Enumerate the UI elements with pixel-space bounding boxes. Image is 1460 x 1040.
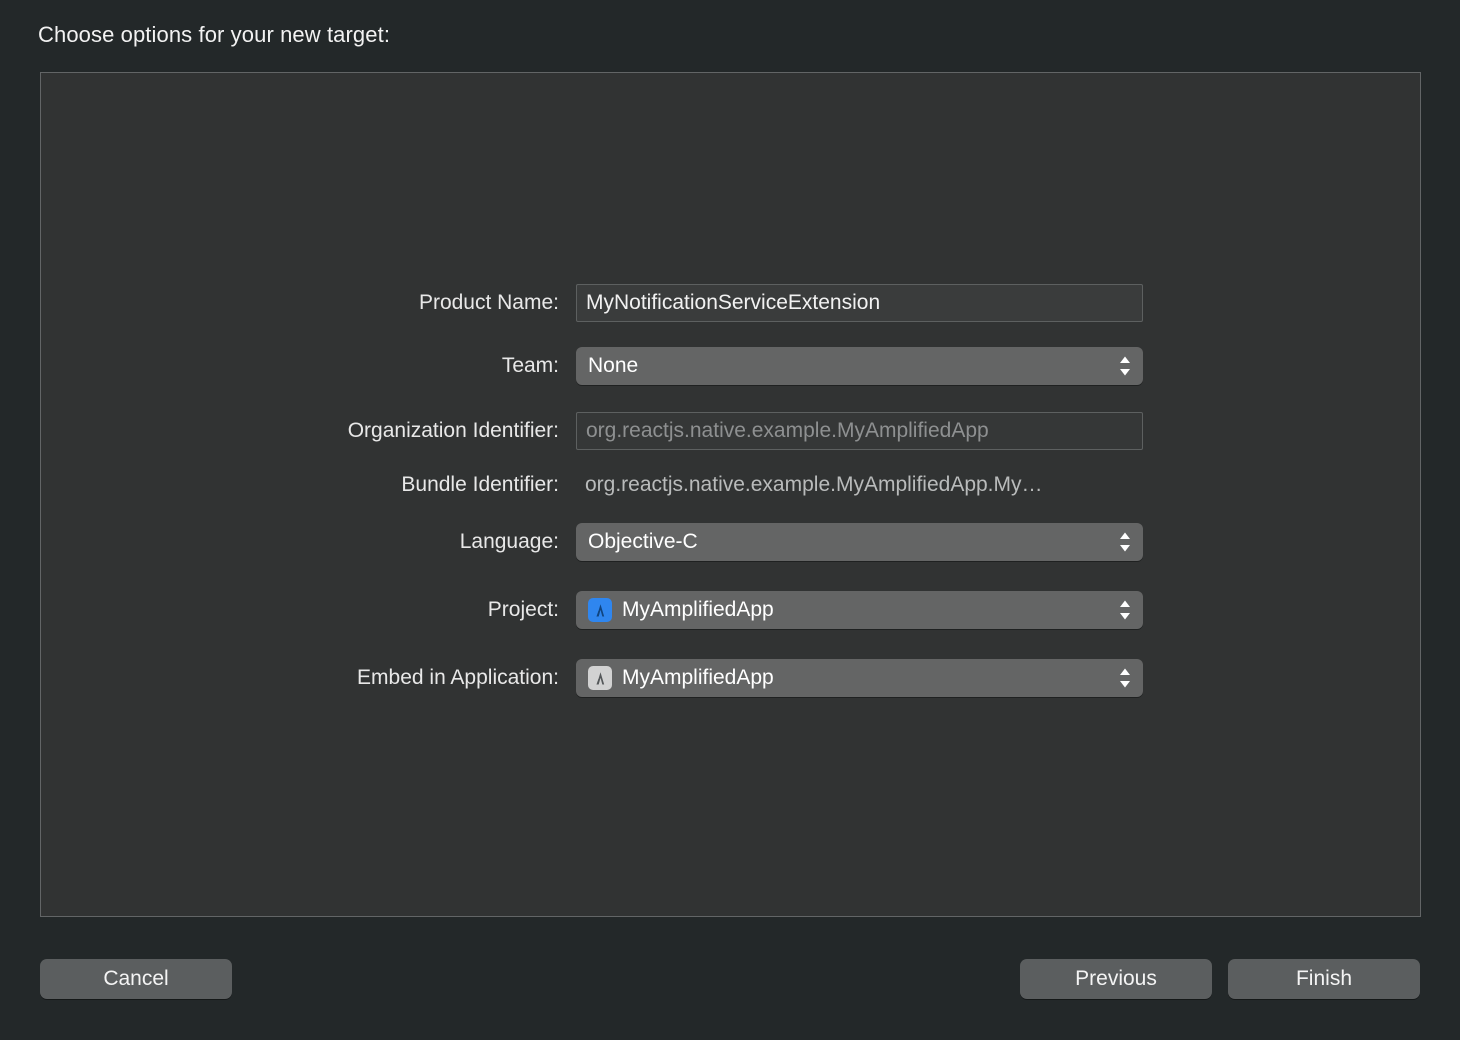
embed-in-application-select[interactable]: MyAmplifiedApp — [576, 659, 1143, 697]
label-wrap-project: Project: — [41, 591, 559, 629]
label-wrap-embed-in-application: Embed in Application: — [41, 659, 559, 697]
row-embed-in-application: Embed in Application: MyAmplifiedApp — [41, 659, 1420, 697]
language-select[interactable]: Objective-C — [576, 523, 1143, 561]
control-embed-in-application: MyAmplifiedApp — [576, 659, 1143, 697]
options-panel: Product Name: MyNotificationServiceExten… — [40, 72, 1421, 917]
new-target-options-sheet: Choose options for your new target: Prod… — [0, 0, 1460, 1040]
control-team: None — [576, 347, 1143, 385]
project-select[interactable]: MyAmplifiedApp — [576, 591, 1143, 629]
chevron-updown-icon — [1118, 530, 1132, 554]
project-select-value: MyAmplifiedApp — [622, 598, 774, 621]
row-bundle-identifier: Bundle Identifier: org.reactjs.native.ex… — [41, 466, 1420, 504]
team-select[interactable]: None — [576, 347, 1143, 385]
bundle-identifier-value: org.reactjs.native.example.MyAmplifiedAp… — [585, 473, 1043, 496]
control-project: MyAmplifiedApp — [576, 591, 1143, 629]
page-title: Choose options for your new target: — [38, 22, 391, 47]
chevron-updown-icon — [1118, 354, 1132, 378]
label-team: Team: — [501, 354, 559, 377]
label-embed-in-application: Embed in Application: — [357, 666, 559, 689]
target-options-form: Product Name: MyNotificationServiceExten… — [41, 73, 1420, 916]
label-organization-identifier: Organization Identifier: — [347, 419, 559, 442]
application-icon — [588, 666, 612, 690]
embed-in-application-select-value: MyAmplifiedApp — [622, 666, 774, 689]
row-organization-identifier: Organization Identifier: org.reactjs.nat… — [41, 412, 1420, 450]
chevron-updown-icon — [1118, 666, 1132, 690]
control-product-name: MyNotificationServiceExtension — [576, 284, 1143, 322]
row-product-name: Product Name: MyNotificationServiceExten… — [41, 284, 1420, 322]
row-project: Project: MyAmplifiedApp — [41, 591, 1420, 629]
label-wrap-bundle-identifier: Bundle Identifier: — [41, 466, 559, 504]
label-wrap-language: Language: — [41, 523, 559, 561]
label-bundle-identifier: Bundle Identifier: — [401, 473, 559, 496]
previous-button[interactable]: Previous — [1020, 959, 1212, 999]
organization-identifier-input[interactable]: org.reactjs.native.example.MyAmplifiedAp… — [576, 412, 1143, 450]
row-language: Language: Objective-C — [41, 523, 1420, 561]
control-organization-identifier: org.reactjs.native.example.MyAmplifiedAp… — [576, 412, 1143, 450]
label-wrap-team: Team: — [41, 347, 559, 385]
label-wrap-organization-identifier: Organization Identifier: — [41, 412, 559, 450]
control-language: Objective-C — [576, 523, 1143, 561]
label-language: Language: — [459, 530, 559, 553]
row-team: Team: None — [41, 347, 1420, 385]
language-select-value: Objective-C — [588, 530, 698, 553]
chevron-updown-icon — [1118, 598, 1132, 622]
cancel-button[interactable]: Cancel — [40, 959, 232, 999]
product-name-input[interactable]: MyNotificationServiceExtension — [576, 284, 1143, 322]
label-wrap-product-name: Product Name: — [41, 284, 559, 322]
label-project: Project: — [487, 598, 559, 621]
finish-button[interactable]: Finish — [1228, 959, 1420, 999]
team-select-value: None — [588, 354, 639, 377]
control-bundle-identifier: org.reactjs.native.example.MyAmplifiedAp… — [576, 466, 1143, 504]
label-product-name: Product Name: — [418, 291, 559, 314]
xcode-project-icon — [588, 598, 612, 622]
